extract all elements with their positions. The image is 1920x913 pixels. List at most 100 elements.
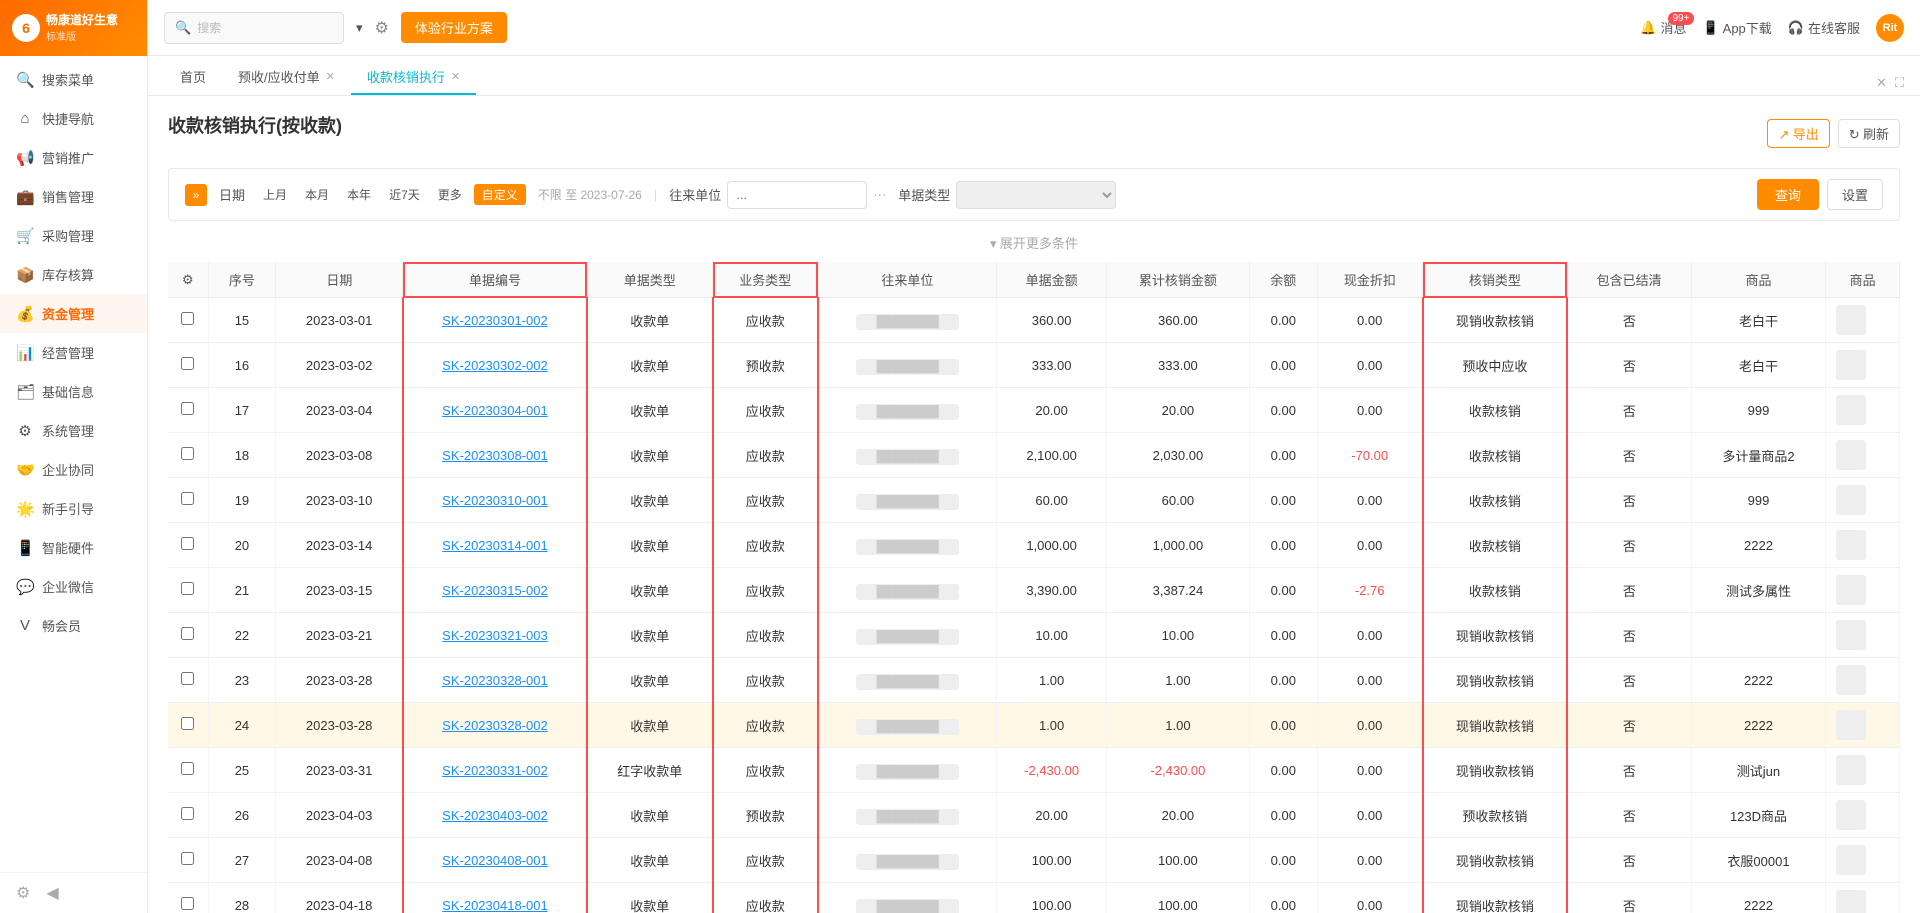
date-this-month[interactable]: 本月 (299, 184, 335, 205)
col-settings-header[interactable]: ⚙ (168, 262, 208, 298)
cell-checkbox[interactable] (168, 433, 208, 478)
refresh-button[interactable]: ↻ 刷新 (1838, 119, 1900, 148)
bill-no-link[interactable]: SK-20230314-001 (442, 538, 548, 553)
topbar-search[interactable]: 🔍 搜索 (164, 12, 344, 44)
row-checkbox[interactable] (181, 717, 194, 730)
cell-checkbox[interactable] (168, 703, 208, 748)
cell-partner: ████████ (818, 388, 997, 433)
row-checkbox[interactable] (181, 402, 194, 415)
row-checkbox[interactable] (181, 807, 194, 820)
row-checkbox[interactable] (181, 357, 194, 370)
cell-checkbox[interactable] (168, 568, 208, 613)
bill-no-link[interactable]: SK-20230321-003 (442, 628, 548, 643)
row-checkbox[interactable] (181, 762, 194, 775)
close-window-icon[interactable]: ✕ (1876, 75, 1887, 91)
sidebar-item-wechat[interactable]: 💬企业微信 (0, 567, 147, 606)
cell-checkbox[interactable] (168, 613, 208, 658)
sidebar-item-operations[interactable]: 📊经营管理 (0, 333, 147, 372)
filter-toggle-button[interactable]: » (185, 184, 207, 206)
row-checkbox[interactable] (181, 627, 194, 640)
settings-icon[interactable]: ⚙ (16, 883, 30, 903)
cell-goods-img (1826, 388, 1900, 433)
tab-close-icon[interactable]: ✕ (326, 70, 335, 83)
sidebar-item-purchase[interactable]: 🛒采购管理 (0, 216, 147, 255)
bill-type-select[interactable] (956, 181, 1116, 209)
row-checkbox[interactable] (181, 447, 194, 460)
sidebar-item-system[interactable]: ⚙系统管理 (0, 411, 147, 450)
cell-discount: 0.00 (1317, 388, 1422, 433)
bill-no-link[interactable]: SK-20230304-001 (442, 403, 548, 418)
bill-no-link[interactable]: SK-20230331-002 (442, 763, 548, 778)
partner-more-icon[interactable]: ··· (873, 187, 886, 202)
row-checkbox[interactable] (181, 672, 194, 685)
partner-input[interactable] (727, 181, 867, 209)
col-verify-type-header: 核销类型 (1423, 262, 1567, 298)
solution-button[interactable]: 体验行业方案 (401, 12, 507, 43)
sidebar-item-search[interactable]: 🔍搜索菜单 (0, 60, 147, 99)
sidebar-item-label: 经营管理 (42, 343, 94, 362)
customer-service-button[interactable]: 🎧 在线客服 (1788, 18, 1860, 37)
cell-checkbox[interactable] (168, 523, 208, 568)
bill-no-link[interactable]: SK-20230328-002 (442, 718, 548, 733)
sidebar-item-hardware[interactable]: 📱智能硬件 (0, 528, 147, 567)
row-checkbox[interactable] (181, 312, 194, 325)
bill-no-link[interactable]: SK-20230302-002 (442, 358, 548, 373)
sidebar-item-marketing[interactable]: 📢营销推广 (0, 138, 147, 177)
sidebar-item-shortcuts[interactable]: ⌂快捷导航 (0, 99, 147, 138)
tab-close-icon[interactable]: ✕ (451, 70, 460, 83)
cell-date: 2023-03-08 (276, 433, 403, 478)
bill-no-link[interactable]: SK-20230328-001 (442, 673, 548, 688)
app-download-button[interactable]: 📱 App下载 (1702, 18, 1771, 37)
cell-checkbox[interactable] (168, 343, 208, 388)
maximize-icon[interactable]: ⛶ (1895, 75, 1904, 91)
date-7days[interactable]: 近7天 (383, 184, 426, 205)
date-custom[interactable]: 自定义 (474, 184, 526, 205)
expand-conditions-bar[interactable]: ▾ 展开更多条件 (168, 233, 1900, 252)
sidebar-item-inventory[interactable]: 📦库存核算 (0, 255, 147, 294)
date-this-year[interactable]: 本年 (341, 184, 377, 205)
cell-checkbox[interactable] (168, 478, 208, 523)
bill-no-link[interactable]: SK-20230403-002 (442, 808, 548, 823)
sidebar-item-sales[interactable]: 💼销售管理 (0, 177, 147, 216)
cell-checkbox[interactable] (168, 388, 208, 433)
row-checkbox[interactable] (181, 897, 194, 910)
cell-checkbox[interactable] (168, 748, 208, 793)
sidebar-item-enterprise[interactable]: 🤝企业协同 (0, 450, 147, 489)
cell-checkbox[interactable] (168, 658, 208, 703)
sidebar-item-basics[interactable]: 🗂基础信息 (0, 372, 147, 411)
query-button[interactable]: 查询 (1757, 179, 1819, 210)
row-checkbox[interactable] (181, 852, 194, 865)
tab-prepay[interactable]: 预收/应收付单✕ (222, 59, 351, 95)
bill-no-link[interactable]: SK-20230315-002 (442, 583, 548, 598)
topbar-gear-icon[interactable]: ⚙ (375, 18, 389, 38)
cell-checkbox[interactable] (168, 883, 208, 913)
tab-collection[interactable]: 收款核销执行✕ (351, 59, 476, 95)
cell-checkbox[interactable] (168, 298, 208, 343)
notifications-button[interactable]: 🔔 消息 99+ (1640, 18, 1686, 37)
row-checkbox[interactable] (181, 537, 194, 550)
date-last-month[interactable]: 上月 (257, 184, 293, 205)
collapse-icon[interactable]: ◀ (46, 883, 58, 903)
bill-no-link[interactable]: SK-20230418-001 (442, 898, 548, 913)
bill-no-link[interactable]: SK-20230408-001 (442, 853, 548, 868)
cell-checkbox[interactable] (168, 838, 208, 883)
topbar-dropdown[interactable]: ▾ (356, 20, 363, 36)
sidebar-item-finance[interactable]: 💰资金管理 (0, 294, 147, 333)
bill-no-link[interactable]: SK-20230308-001 (442, 448, 548, 463)
export-button[interactable]: ↗ 导出 (1767, 119, 1829, 148)
bill-no-link[interactable]: SK-20230301-002 (442, 313, 548, 328)
date-more[interactable]: 更多 (432, 184, 468, 205)
cell-checkbox[interactable] (168, 793, 208, 838)
sidebar-item-member[interactable]: V畅会员 (0, 606, 147, 645)
sidebar-item-guide[interactable]: 🌟新手引导 (0, 489, 147, 528)
tab-home[interactable]: 首页 (164, 59, 222, 95)
setting-button[interactable]: 设置 (1827, 179, 1883, 210)
cell-bill-no: SK-20230308-001 (403, 433, 587, 478)
bill-no-link[interactable]: SK-20230310-001 (442, 493, 548, 508)
shortcuts-icon: ⌂ (16, 110, 34, 127)
row-checkbox[interactable] (181, 492, 194, 505)
cell-discount: 0.00 (1317, 838, 1422, 883)
table-row: 19 2023-03-10 SK-20230310-001 收款单 应收款 ██… (168, 478, 1900, 523)
user-avatar[interactable]: Rit (1876, 14, 1904, 42)
row-checkbox[interactable] (181, 582, 194, 595)
